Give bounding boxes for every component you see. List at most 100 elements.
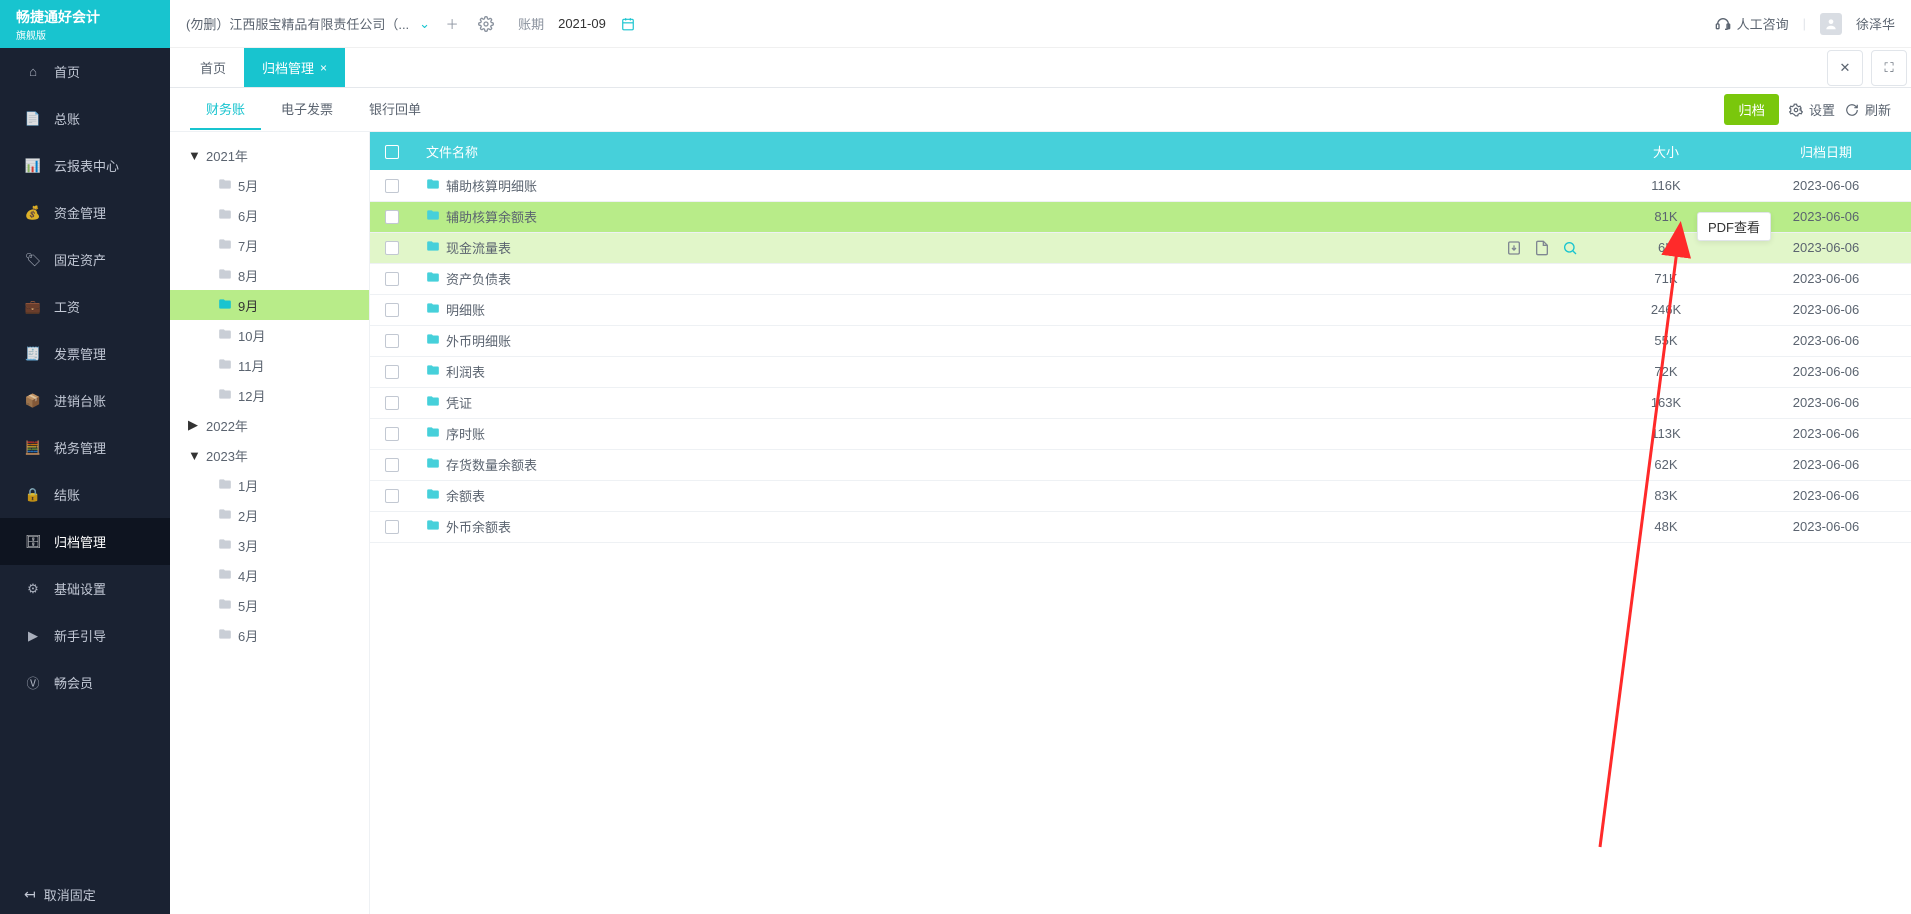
tree-month[interactable]: 10月 <box>170 320 369 350</box>
table-row[interactable]: 序时账 113K 2023-06-06 <box>370 418 1911 449</box>
tree-month[interactable]: 5月 <box>170 590 369 620</box>
tree-month[interactable]: 7月 <box>170 230 369 260</box>
table-row[interactable]: 资产负债表 71K 2023-06-06 <box>370 263 1911 294</box>
sidebar-item[interactable]: 💼工资 <box>0 283 170 330</box>
nav-icon: 📊 <box>24 157 42 175</box>
refresh-button[interactable]: 刷新 <box>1845 100 1891 119</box>
avatar-icon[interactable] <box>1820 13 1842 35</box>
sidebar-footer-label: 取消固定 <box>44 885 96 904</box>
row-checkbox[interactable] <box>385 396 399 410</box>
row-checkbox[interactable] <box>385 520 399 534</box>
pdf-download-icon[interactable] <box>1533 239 1551 257</box>
subtab[interactable]: 电子发票 <box>265 89 349 130</box>
tree-month[interactable]: 6月 <box>170 200 369 230</box>
tree-month[interactable]: 8月 <box>170 260 369 290</box>
tree-month[interactable]: 11月 <box>170 350 369 380</box>
sidebar-item[interactable]: 🔒结账 <box>0 471 170 518</box>
nav-label: 结账 <box>54 485 80 504</box>
tree-month[interactable]: 1月 <box>170 470 369 500</box>
tree-month[interactable]: 2月 <box>170 500 369 530</box>
sidebar-item[interactable]: 📦进销台账 <box>0 377 170 424</box>
tree-year[interactable]: ▼2023年 <box>170 440 369 470</box>
settings-button[interactable]: 设置 <box>1789 100 1835 119</box>
table-row[interactable]: 外币明细账 55K 2023-06-06 <box>370 325 1911 356</box>
subtab[interactable]: 财务账 <box>190 89 261 130</box>
download-icon[interactable] <box>1505 239 1523 257</box>
header-checkbox[interactable] <box>370 132 414 170</box>
sidebar-item[interactable]: ⌂首页 <box>0 48 170 95</box>
period-value[interactable]: 2021-09 <box>558 16 606 31</box>
page-tab[interactable]: 首页 <box>182 48 244 87</box>
file-name: 存货数量余额表 <box>446 458 537 473</box>
table-row[interactable]: 凭证 163K 2023-06-06 <box>370 387 1911 418</box>
tree-month[interactable]: 4月 <box>170 560 369 590</box>
row-checkbox[interactable] <box>385 458 399 472</box>
row-checkbox[interactable] <box>385 303 399 317</box>
subtab[interactable]: 银行回单 <box>353 89 437 130</box>
tree-year[interactable]: ▼2021年 <box>170 140 369 170</box>
sidebar-item[interactable]: 🧾发票管理 <box>0 330 170 377</box>
refresh-label: 刷新 <box>1865 100 1891 119</box>
archive-button[interactable]: 归档 <box>1724 94 1779 125</box>
table-row[interactable]: 存货数量余额表 62K 2023-06-06 <box>370 449 1911 480</box>
file-table: 文件名称 大小 归档日期 辅助核算明细账 116K 2023-06-06 辅助核… <box>370 132 1911 543</box>
row-checkbox[interactable] <box>385 365 399 379</box>
support-button[interactable]: 人工咨询 <box>1715 14 1789 33</box>
row-checkbox[interactable] <box>385 334 399 348</box>
gear-icon[interactable] <box>474 12 498 36</box>
row-checkbox[interactable] <box>385 272 399 286</box>
nav-label: 总账 <box>54 109 80 128</box>
file-name: 凭证 <box>446 396 472 411</box>
tree-month[interactable]: 9月 <box>170 290 369 320</box>
sidebar-item[interactable]: 🗄归档管理 <box>0 518 170 565</box>
company-dropdown-icon[interactable]: ⌄ <box>419 16 430 32</box>
folder-icon <box>426 334 440 349</box>
sidebar-item[interactable]: 💰资金管理 <box>0 189 170 236</box>
close-icon[interactable]: × <box>320 61 327 75</box>
row-checkbox[interactable] <box>385 489 399 503</box>
nav-icon: 📄 <box>24 110 42 128</box>
sidebar-item[interactable]: 📊云报表中心 <box>0 142 170 189</box>
nav-icon: ▶ <box>24 627 42 645</box>
tree-month[interactable]: 12月 <box>170 380 369 410</box>
sidebar-item[interactable]: 🧮税务管理 <box>0 424 170 471</box>
table-row[interactable]: 余额表 83K 2023-06-06 <box>370 480 1911 511</box>
folder-icon <box>426 520 440 535</box>
folder-icon <box>218 507 232 524</box>
file-size: 116K <box>1591 170 1741 201</box>
pdf-view-icon[interactable] <box>1561 239 1579 257</box>
tree-month[interactable]: 6月 <box>170 620 369 650</box>
row-checkbox[interactable] <box>385 179 399 193</box>
folder-icon <box>218 387 232 404</box>
table-row[interactable]: 辅助核算余额表 81K 2023-06-06 <box>370 201 1911 232</box>
row-checkbox[interactable] <box>385 241 399 255</box>
calendar-icon[interactable] <box>616 12 640 36</box>
sidebar-item[interactable]: Ⓥ畅会员 <box>0 659 170 706</box>
page-tab[interactable]: 归档管理× <box>244 48 345 87</box>
table-row[interactable]: 现金流量表 6K 2023-06-06 <box>370 232 1911 263</box>
tree-year[interactable]: ▶2022年 <box>170 410 369 440</box>
tree-month[interactable]: 5月 <box>170 170 369 200</box>
sidebar-item[interactable]: 🏷固定资产 <box>0 236 170 283</box>
table-row[interactable]: 外币余额表 48K 2023-06-06 <box>370 511 1911 542</box>
sidebar-item[interactable]: 📄 总账 <box>0 95 170 142</box>
sidebar-item[interactable]: ⚙基础设置 <box>0 565 170 612</box>
table-row[interactable]: 明细账 246K 2023-06-06 <box>370 294 1911 325</box>
row-checkbox[interactable] <box>385 210 399 224</box>
topbar: (勿删）江西服宝精品有限责任公司（... ⌄ ＋ 账期 2021-09 人工咨询… <box>170 0 1911 48</box>
row-checkbox[interactable] <box>385 427 399 441</box>
file-table-wrap: 文件名称 大小 归档日期 辅助核算明细账 116K 2023-06-06 辅助核… <box>370 132 1911 914</box>
fullscreen-icon[interactable]: ⛶ <box>1871 50 1907 86</box>
user-name[interactable]: 徐泽华 <box>1856 14 1895 33</box>
table-row[interactable]: 辅助核算明细账 116K 2023-06-06 <box>370 170 1911 201</box>
add-icon[interactable]: ＋ <box>440 12 464 36</box>
nav-label: 基础设置 <box>54 579 106 598</box>
nav-label: 首页 <box>54 62 80 81</box>
close-all-tabs-icon[interactable]: ✕ <box>1827 50 1863 86</box>
sidebar-item[interactable]: ▶新手引导 <box>0 612 170 659</box>
sidebar-unpin[interactable]: ↤ 取消固定 <box>0 874 170 914</box>
file-name: 序时账 <box>446 427 485 442</box>
table-row[interactable]: 利润表 72K 2023-06-06 <box>370 356 1911 387</box>
file-name: 明细账 <box>446 303 485 318</box>
tree-month[interactable]: 3月 <box>170 530 369 560</box>
